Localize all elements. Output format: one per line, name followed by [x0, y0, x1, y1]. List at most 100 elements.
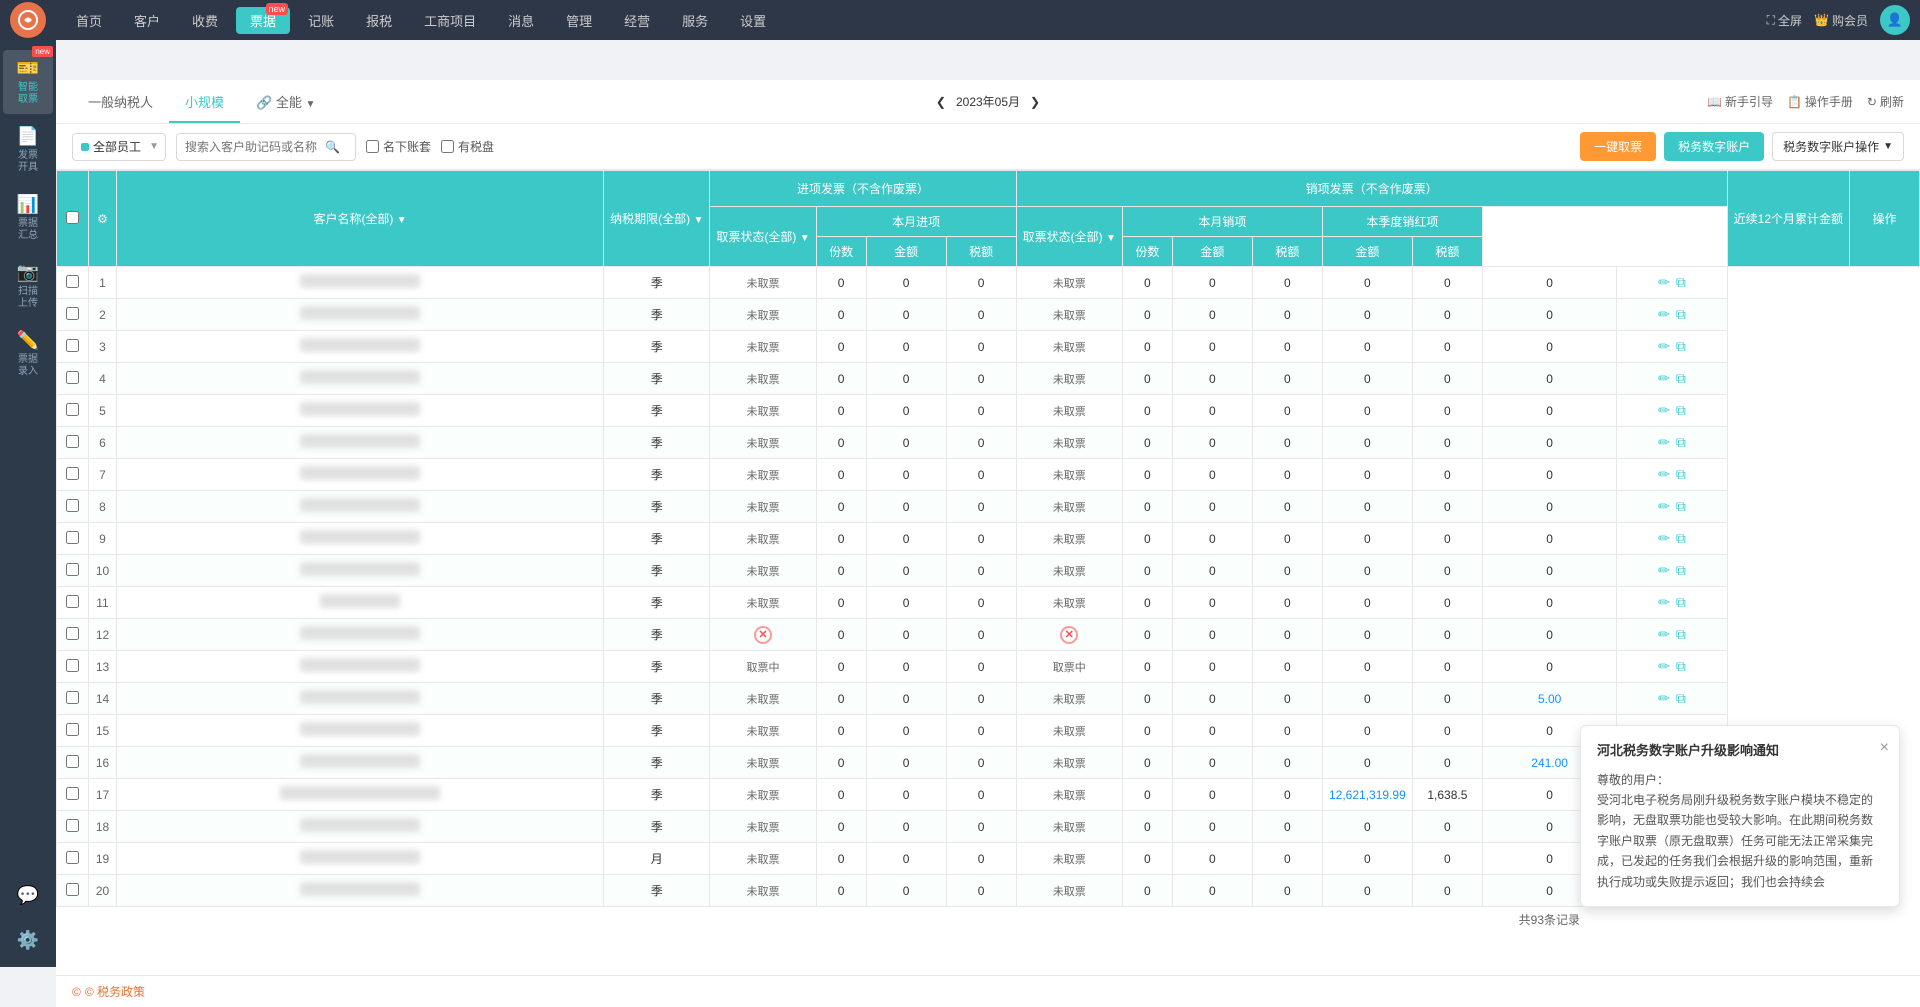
- edit-icon[interactable]: ✏: [1658, 434, 1670, 451]
- my-accounts-checkbox[interactable]: 名下账套: [366, 138, 431, 155]
- row-checkbox[interactable]: [66, 339, 79, 352]
- nav-charge[interactable]: 收费: [178, 7, 232, 34]
- row-checkbox-cell: [57, 843, 89, 875]
- row-checkbox[interactable]: [66, 371, 79, 384]
- prev-month-btn[interactable]: ❮: [936, 95, 946, 109]
- copy-icon[interactable]: ⧉: [1676, 466, 1686, 483]
- row-checkbox[interactable]: [66, 723, 79, 736]
- copy-icon[interactable]: ⧉: [1676, 402, 1686, 419]
- tab-all[interactable]: 🔗 全能 ▼: [240, 82, 331, 123]
- nav-invoice[interactable]: 票据 new: [236, 7, 290, 34]
- nav-operation[interactable]: 经营: [610, 7, 664, 34]
- edit-icon[interactable]: ✏: [1658, 562, 1670, 579]
- copy-icon[interactable]: ⧉: [1676, 626, 1686, 643]
- row-checkbox[interactable]: [66, 851, 79, 864]
- row-checkbox[interactable]: [66, 595, 79, 608]
- select-all-checkbox[interactable]: [66, 211, 79, 224]
- input-status-header[interactable]: 取票状态(全部) ▼: [710, 207, 816, 267]
- copy-icon[interactable]: ⧉: [1676, 498, 1686, 515]
- tax-digital-account-dropdown-btn[interactable]: 税务数字账户操作 ▼: [1772, 132, 1904, 161]
- copy-icon[interactable]: ⧉: [1676, 338, 1686, 355]
- edit-icon[interactable]: ✏: [1658, 466, 1670, 483]
- row-checkbox[interactable]: [66, 627, 79, 640]
- manual-btn[interactable]: 📋 操作手册: [1787, 93, 1853, 110]
- copy-icon[interactable]: ⧉: [1676, 690, 1686, 707]
- filter-bar-right: 一键取票 税务数字账户 税务数字账户操作 ▼: [1580, 132, 1904, 161]
- row-checkbox[interactable]: [66, 883, 79, 896]
- row-checkbox[interactable]: [66, 275, 79, 288]
- has-tax-disk-check[interactable]: [441, 140, 454, 153]
- customer-header[interactable]: 客户名称(全部) ▼: [117, 171, 604, 267]
- row-checkbox[interactable]: [66, 755, 79, 768]
- tab-general-taxpayer[interactable]: 一般纳税人: [72, 82, 169, 123]
- nav-management[interactable]: 管理: [552, 7, 606, 34]
- edit-icon[interactable]: ✏: [1658, 306, 1670, 323]
- row-checkbox[interactable]: [66, 691, 79, 704]
- notification-close-btn[interactable]: ×: [1880, 734, 1889, 761]
- edit-icon[interactable]: ✏: [1658, 370, 1670, 387]
- tax-digital-account-btn[interactable]: 税务数字账户: [1664, 132, 1764, 161]
- nav-client[interactable]: 客户: [120, 7, 174, 34]
- row-checkbox[interactable]: [66, 435, 79, 448]
- copy-icon[interactable]: ⧉: [1676, 530, 1686, 547]
- edit-icon[interactable]: ✏: [1658, 274, 1670, 291]
- edit-icon[interactable]: ✏: [1658, 626, 1670, 643]
- user-avatar[interactable]: 👤: [1880, 5, 1910, 35]
- output-status-header[interactable]: 取票状态(全部) ▼: [1016, 207, 1122, 267]
- tax-quota-header[interactable]: 纳税期限(全部) ▼: [604, 171, 710, 267]
- fullscreen-btn[interactable]: ⛶ 全屏: [1767, 12, 1802, 29]
- sidebar-item-label: 票据录入: [18, 354, 38, 378]
- row-checkbox[interactable]: [66, 659, 79, 672]
- edit-icon[interactable]: ✏: [1658, 658, 1670, 675]
- row-checkbox[interactable]: [66, 467, 79, 480]
- edit-icon[interactable]: ✏: [1658, 402, 1670, 419]
- sidebar-item-invoice-summary[interactable]: 📊 票据汇总: [3, 186, 53, 250]
- tab-small-scale[interactable]: 小规模: [169, 82, 240, 123]
- row-checkbox[interactable]: [66, 531, 79, 544]
- tax-policy-link[interactable]: © © 税务政策: [72, 983, 145, 1000]
- nav-tax[interactable]: 报税: [352, 7, 406, 34]
- copy-icon[interactable]: ⧉: [1676, 274, 1686, 291]
- has-tax-disk-checkbox[interactable]: 有税盘: [441, 138, 494, 155]
- sidebar-item-smart-ticket[interactable]: 🎫 智能取票 new: [3, 50, 53, 114]
- sidebar-item-config[interactable]: ⚙️: [3, 922, 53, 959]
- nav-service[interactable]: 服务: [668, 7, 722, 34]
- nav-message[interactable]: 消息: [494, 7, 548, 34]
- sidebar-item-scan-upload[interactable]: 📷 扫描上传: [3, 254, 53, 318]
- search-input[interactable]: [185, 140, 325, 154]
- settings-icon[interactable]: ⚙: [97, 212, 108, 226]
- edit-icon[interactable]: ✏: [1658, 530, 1670, 547]
- copy-icon[interactable]: ⧉: [1676, 434, 1686, 451]
- sidebar-item-invoice-open[interactable]: 📄 发票开具: [3, 118, 53, 182]
- copy-icon[interactable]: ⧉: [1676, 306, 1686, 323]
- refresh-btn[interactable]: ↻ 刷新: [1867, 93, 1904, 110]
- employee-filter[interactable]: 全部员工 ▼: [72, 133, 166, 161]
- edit-icon[interactable]: ✏: [1658, 498, 1670, 515]
- my-accounts-check[interactable]: [366, 140, 379, 153]
- nav-bookkeeping[interactable]: 记账: [294, 7, 348, 34]
- manual-icon: 📋: [1787, 95, 1802, 109]
- guide-btn[interactable]: 📖 新手引导: [1707, 93, 1773, 110]
- edit-icon[interactable]: ✏: [1658, 338, 1670, 355]
- row-checkbox[interactable]: [66, 403, 79, 416]
- row-checkbox[interactable]: [66, 307, 79, 320]
- row-checkbox[interactable]: [66, 563, 79, 576]
- sidebar-item-invoice-entry[interactable]: ✏️ 票据录入: [3, 322, 53, 386]
- copy-icon[interactable]: ⧉: [1676, 370, 1686, 387]
- nav-settings[interactable]: 设置: [726, 7, 780, 34]
- next-month-btn[interactable]: ❯: [1030, 95, 1040, 109]
- search-icon[interactable]: 🔍: [325, 140, 340, 154]
- sidebar-item-msg[interactable]: 💬: [3, 877, 53, 914]
- nav-home[interactable]: 首页: [62, 7, 116, 34]
- vip-btn[interactable]: 👑 购会员: [1814, 12, 1868, 29]
- one-click-ticket-btn[interactable]: 一键取票: [1580, 132, 1656, 161]
- nav-business[interactable]: 工商项目: [410, 7, 490, 34]
- copy-icon[interactable]: ⧉: [1676, 658, 1686, 675]
- copy-icon[interactable]: ⧉: [1676, 594, 1686, 611]
- edit-icon[interactable]: ✏: [1658, 690, 1670, 707]
- row-checkbox[interactable]: [66, 819, 79, 832]
- edit-icon[interactable]: ✏: [1658, 594, 1670, 611]
- copy-icon[interactable]: ⧉: [1676, 562, 1686, 579]
- row-checkbox[interactable]: [66, 499, 79, 512]
- row-checkbox[interactable]: [66, 787, 79, 800]
